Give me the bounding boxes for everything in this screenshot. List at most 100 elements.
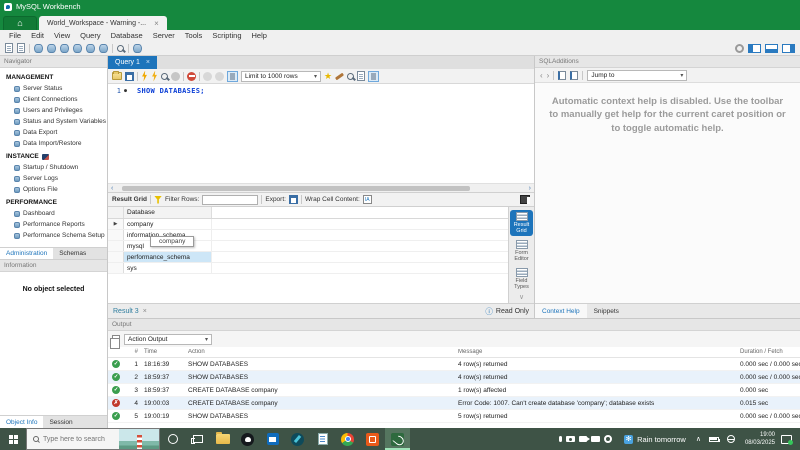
output-view-dropdown[interactable]: Action Output ▾ — [124, 333, 212, 345]
menu-file[interactable]: File — [4, 31, 26, 40]
show-hidden-icons-button[interactable]: ∧ — [692, 435, 705, 443]
column-header-database[interactable]: Database — [124, 207, 212, 218]
grid-cell[interactable]: company — [124, 219, 212, 229]
editor-horizontal-scrollbar[interactable]: ‹ › — [108, 183, 534, 192]
sql-code-editor[interactable]: 1 ● SHOW DATABASES; — [108, 84, 534, 183]
output-row-1[interactable]: ✓ 1 18:16:39 SHOW DATABASES 4 row(s) ret… — [108, 358, 800, 371]
chevron-down-icon[interactable]: ∨ — [509, 293, 534, 303]
execute-current-icon[interactable] — [152, 70, 157, 82]
microsoft-store-button[interactable] — [260, 428, 285, 450]
jump-to-dropdown[interactable]: Jump to ▾ — [587, 69, 688, 81]
inspector-icon[interactable] — [34, 43, 43, 53]
create-procedure-icon[interactable] — [86, 43, 95, 53]
output-row-5[interactable]: ✓ 5 19:00:19 SHOW DATABASES 5 row(s) ret… — [108, 410, 800, 423]
rollback-icon[interactable] — [215, 71, 224, 81]
export-icon[interactable] — [288, 195, 298, 204]
weather-widget[interactable]: ✻ Rain tomorrow — [618, 434, 692, 444]
nav-item-performance-schema-setup[interactable]: Performance Schema Setup — [6, 230, 107, 241]
grid-row-company[interactable]: ▶ company — [108, 219, 508, 230]
scroll-left-icon[interactable]: ‹ — [108, 185, 116, 192]
screen-record-icon[interactable] — [579, 436, 591, 442]
info-icon[interactable]: ⓘ — [485, 306, 493, 317]
nav-item-users-privileges[interactable]: Users and Privileges — [6, 105, 107, 116]
create-table-icon[interactable] — [60, 43, 69, 53]
menu-server[interactable]: Server — [148, 31, 180, 40]
save-script-icon[interactable] — [125, 71, 134, 81]
result-grid-view-button[interactable]: Result Grid — [510, 210, 533, 236]
find-icon[interactable] — [347, 72, 355, 80]
nav-item-status-variables[interactable]: Status and System Variables — [6, 116, 107, 127]
notes-app-button[interactable] — [310, 428, 335, 450]
back-icon[interactable]: ‹ — [540, 71, 543, 80]
nav-item-performance-reports[interactable]: Performance Reports — [6, 219, 107, 230]
toggle-right-panel-icon[interactable] — [782, 43, 795, 53]
menu-help[interactable]: Help — [247, 31, 272, 40]
compass-app-button[interactable] — [285, 428, 310, 450]
tab-object-info[interactable]: Object Info — [0, 416, 44, 428]
menu-database[interactable]: Database — [106, 31, 148, 40]
search-data-icon[interactable] — [117, 44, 124, 52]
nav-item-client-connections[interactable]: Client Connections — [6, 94, 107, 105]
forward-icon[interactable]: › — [547, 71, 550, 80]
explain-icon[interactable] — [161, 72, 168, 80]
scroll-right-icon[interactable]: › — [526, 185, 534, 192]
preferences-icon[interactable] — [735, 43, 744, 53]
start-button[interactable] — [0, 428, 26, 450]
save-snippet-icon[interactable]: ★ — [324, 71, 332, 81]
output-row-3[interactable]: ✓ 3 18:59:37 CREATE DATABASE company 1 r… — [108, 384, 800, 397]
action-center-icon[interactable] — [781, 434, 793, 445]
tab-snippets[interactable]: Snippets — [587, 304, 626, 318]
mysql-workbench-button[interactable] — [385, 428, 410, 450]
menu-view[interactable]: View — [49, 31, 75, 40]
toggle-bottom-panel-icon[interactable] — [765, 43, 778, 53]
taskbar-search[interactable] — [26, 428, 160, 450]
open-script-icon[interactable] — [17, 43, 25, 53]
recorder-settings-icon[interactable] — [604, 435, 613, 443]
file-explorer-button[interactable] — [210, 428, 235, 450]
recordings-folder-icon[interactable] — [591, 436, 601, 442]
reconnect-icon[interactable] — [133, 43, 142, 53]
menu-edit[interactable]: Edit — [26, 31, 49, 40]
autocommit-toggle-icon[interactable] — [227, 70, 238, 82]
output-row-4[interactable]: ✗ 4 19:00:03 CREATE DATABASE company Err… — [108, 397, 800, 410]
filter-rows-input[interactable] — [202, 194, 259, 205]
tab-schemas[interactable]: Schemas — [53, 248, 92, 259]
auto-help-toggle-icon[interactable] — [570, 70, 579, 80]
open-file-icon[interactable] — [112, 71, 122, 80]
search-input[interactable] — [43, 435, 109, 443]
grid-cell[interactable]: performance_schema — [124, 252, 212, 262]
nav-item-data-export[interactable]: Data Export — [6, 127, 107, 138]
nav-item-startup-shutdown[interactable]: Startup / Shutdown — [6, 162, 107, 173]
new-query-tab-icon[interactable] — [5, 43, 13, 53]
menu-query[interactable]: Query — [75, 31, 105, 40]
connection-tab[interactable]: World_Workspace - Warning -... × — [39, 16, 167, 30]
output-row-2[interactable]: ✓ 2 18:59:37 SHOW DATABASES 4 row(s) ret… — [108, 371, 800, 384]
grid-row-sys[interactable]: sys — [108, 263, 508, 274]
menu-scripting[interactable]: Scripting — [207, 31, 246, 40]
mysql-installer-button[interactable] — [360, 428, 385, 450]
menu-tools[interactable]: Tools — [180, 31, 208, 40]
query-tab[interactable]: Query 1 × — [108, 56, 157, 69]
scrollbar-thumb[interactable] — [122, 185, 471, 191]
wrap-text-icon[interactable] — [368, 70, 380, 82]
commit-icon[interactable] — [203, 71, 212, 81]
network-icon[interactable] — [726, 435, 735, 443]
stop-icon[interactable] — [171, 71, 180, 81]
nav-item-data-import[interactable]: Data Import/Restore — [6, 138, 107, 149]
nav-item-server-status[interactable]: Server Status — [6, 83, 107, 94]
create-function-icon[interactable] — [99, 43, 108, 53]
chrome-button[interactable] — [335, 428, 360, 450]
context-help-icon[interactable] — [558, 70, 567, 80]
microphone-icon[interactable] — [559, 436, 563, 442]
beautify-icon[interactable] — [335, 72, 345, 80]
grid-cell[interactable]: sys — [124, 263, 212, 273]
form-editor-button[interactable]: Form Editor — [510, 238, 533, 264]
task-view-button[interactable] — [185, 428, 210, 450]
toggle-left-panel-icon[interactable] — [748, 43, 761, 53]
create-view-icon[interactable] — [73, 43, 82, 53]
github-button[interactable] — [235, 428, 260, 450]
taskbar-clock[interactable]: 19:00 08/03/2025 — [745, 431, 775, 447]
copy-output-icon[interactable] — [110, 334, 120, 349]
nav-item-options-file[interactable]: Options File — [6, 184, 107, 195]
home-tab[interactable]: ⌂ — [3, 16, 37, 30]
